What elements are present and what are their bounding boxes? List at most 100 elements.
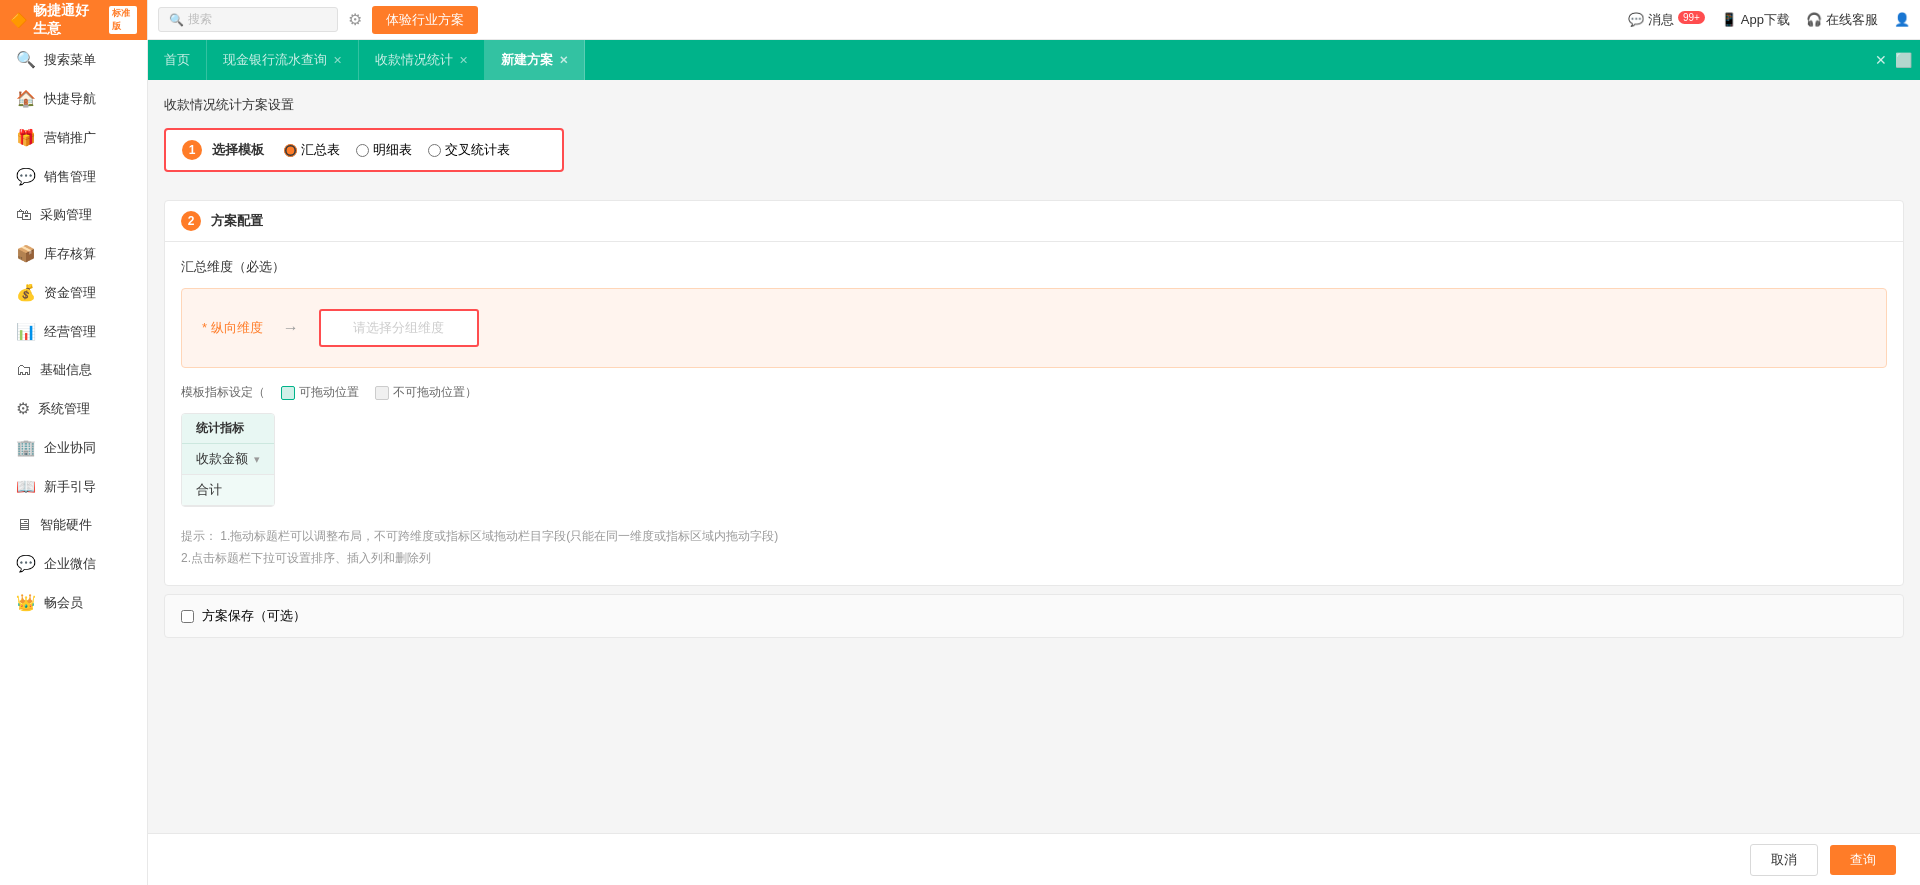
sidebar-item-wechat[interactable]: 💬 企业微信 (0, 544, 147, 583)
sidebar-item-label: 经营管理 (44, 323, 96, 341)
radio-cross-input[interactable] (428, 144, 441, 157)
sidebar-item-search-menu[interactable]: 🔍 搜索菜单 (0, 40, 147, 79)
sidebar-logo: 🔶 畅捷通好生意 标准版 (0, 0, 147, 40)
sidebar-item-newbie[interactable]: 📖 新手引导 (0, 467, 147, 506)
topbar-search[interactable]: 🔍 搜索 (158, 7, 338, 32)
message-badge: 99+ (1678, 11, 1705, 24)
step2-body: 汇总维度（必选） * 纵向维度 → 请选择分组维度 模板指标设定（ 可拖动位置 (165, 242, 1903, 585)
tab-bank-flow-close[interactable]: ✕ (333, 54, 342, 67)
sidebar-item-enterprise[interactable]: 🏢 企业协同 (0, 428, 147, 467)
tab-new-plan-close[interactable]: ✕ (559, 54, 568, 67)
vertical-label: * 纵向维度 (202, 319, 263, 337)
dimension-section-label: 汇总维度（必选） (181, 258, 1887, 276)
marketing-icon: 🎁 (16, 128, 36, 147)
sidebar-item-member[interactable]: 👑 畅会员 (0, 583, 147, 622)
radio-summary-input[interactable] (284, 144, 297, 157)
stat-table-header: 统计指标 (182, 414, 274, 444)
system-icon: ⚙ (16, 399, 30, 418)
query-button[interactable]: 查询 (1830, 845, 1896, 875)
radio-detail[interactable]: 明细表 (356, 141, 412, 159)
radio-cross-label: 交叉统计表 (445, 141, 510, 159)
radio-cross[interactable]: 交叉统计表 (428, 141, 510, 159)
radio-summary[interactable]: 汇总表 (284, 141, 340, 159)
tab-bank-flow[interactable]: 现金银行流水查询 ✕ (207, 40, 359, 80)
sidebar-item-inventory[interactable]: 📦 库存核算 (0, 234, 147, 273)
stat-row-label: 合计 (196, 482, 222, 497)
fixed-label: 不可拖动位置） (393, 384, 477, 401)
enterprise-icon: 🏢 (16, 438, 36, 457)
home-icon: 🏠 (16, 89, 36, 108)
radio-summary-label: 汇总表 (301, 141, 340, 159)
tab-home[interactable]: 首页 (148, 40, 207, 80)
indicator-settings-label: 模板指标设定（ (181, 384, 265, 401)
stat-col-receipts[interactable]: 收款金额 ▾ (182, 444, 274, 475)
topbar: 🔍 搜索 ⚙ 体验行业方案 💬 消息 99+ 📱 App下载 🎧 在线客服 👤 (148, 0, 1920, 40)
indicator-section: 模板指标设定（ 可拖动位置 不可拖动位置） 统计指标 (181, 384, 1887, 510)
tab-receipt-stat-label: 收款情况统计 (375, 51, 453, 69)
sidebar-item-quick-nav[interactable]: 🏠 快捷导航 (0, 79, 147, 118)
legend-draggable: 可拖动位置 (281, 384, 359, 401)
page-content: 收款情况统计方案设置 1 选择模板 汇总表 明细表 交叉统计表 (148, 80, 1920, 833)
user-info[interactable]: 👤 (1894, 12, 1910, 27)
online-support-btn[interactable]: 🎧 在线客服 (1806, 11, 1878, 29)
sidebar: 🔶 畅捷通好生意 标准版 🔍 搜索菜单 🏠 快捷导航 🎁 营销推广 💬 销售管理… (0, 0, 148, 885)
tip-2: 2.点击标题栏下拉可设置排序、插入列和删除列 (181, 548, 1887, 570)
support-icon: 🎧 (1806, 12, 1822, 27)
app-download-btn[interactable]: 📱 App下载 (1721, 11, 1790, 29)
sidebar-item-operation[interactable]: 📊 经营管理 (0, 312, 147, 351)
gear-icon[interactable]: ⚙ (348, 10, 362, 29)
col-dropdown-icon[interactable]: ▾ (254, 453, 260, 466)
industry-btn[interactable]: 体验行业方案 (372, 6, 478, 34)
tip-1: 提示： 1.拖动标题栏可以调整布局，不可跨维度或指标区域拖动栏目字段(只能在同一… (181, 526, 1887, 548)
tabbar: 首页 现金银行流水查询 ✕ 收款情况统计 ✕ 新建方案 ✕ ✕ ⬜ (148, 40, 1920, 80)
newbie-icon: 📖 (16, 477, 36, 496)
step1-row: 1 选择模板 汇总表 明细表 交叉统计表 (164, 128, 564, 172)
radio-detail-input[interactable] (356, 144, 369, 157)
wechat-icon: 💬 (16, 554, 36, 573)
cancel-button[interactable]: 取消 (1750, 844, 1818, 876)
search-placeholder: 搜索 (188, 11, 212, 28)
tab-close-all-btn[interactable]: ✕ (1875, 52, 1887, 68)
tab-home-label: 首页 (164, 51, 190, 69)
step2-header: 2 方案配置 (165, 201, 1903, 242)
step2-label: 方案配置 (211, 212, 263, 230)
sidebar-item-finance[interactable]: 💰 资金管理 (0, 273, 147, 312)
draggable-icon (281, 386, 295, 400)
sidebar-item-basic[interactable]: 🗂 基础信息 (0, 351, 147, 389)
sidebar-item-marketing[interactable]: 🎁 营销推广 (0, 118, 147, 157)
sidebar-item-purchase[interactable]: 🛍 采购管理 (0, 196, 147, 234)
stat-col-label: 收款金额 (196, 450, 248, 468)
sidebar-item-system[interactable]: ⚙ 系统管理 (0, 389, 147, 428)
tab-new-plan-label: 新建方案 (501, 51, 553, 69)
tab-new-plan[interactable]: 新建方案 ✕ (485, 40, 585, 80)
step1-number: 1 (182, 140, 202, 160)
dimension-area: * 纵向维度 → 请选择分组维度 (181, 288, 1887, 368)
stat-indicator-table: 统计指标 收款金额 ▾ 合计 (181, 413, 275, 507)
hardware-icon: 🖥 (16, 516, 32, 534)
dimension-arrow: → (283, 319, 299, 337)
logo-badge: 标准版 (109, 6, 137, 34)
bottom-bar: 取消 查询 (148, 833, 1920, 885)
tab-receipt-stat-close[interactable]: ✕ (459, 54, 468, 67)
operation-icon: 📊 (16, 322, 36, 341)
sidebar-item-label: 销售管理 (44, 168, 96, 186)
message-label: 消息 (1648, 11, 1674, 29)
sidebar-item-hardware[interactable]: 🖥 智能硬件 (0, 506, 147, 544)
dimension-placeholder[interactable]: 请选择分组维度 (319, 309, 479, 347)
tip-section: 提示： 1.拖动标题栏可以调整布局，不可跨维度或指标区域拖动栏目字段(只能在同一… (181, 526, 1887, 569)
sidebar-item-label: 智能硬件 (40, 516, 92, 534)
sidebar-item-sales[interactable]: 💬 销售管理 (0, 157, 147, 196)
tab-receipt-stat[interactable]: 收款情况统计 ✕ (359, 40, 485, 80)
tab-bank-flow-label: 现金银行流水查询 (223, 51, 327, 69)
message-btn[interactable]: 💬 消息 99+ (1628, 11, 1705, 29)
logo-text: 畅捷通好生意 (33, 2, 103, 38)
save-row: 方案保存（可选） (164, 594, 1904, 638)
sidebar-item-label: 系统管理 (38, 400, 90, 418)
sidebar-item-label: 企业微信 (44, 555, 96, 573)
save-checkbox[interactable] (181, 610, 194, 623)
sidebar-item-label: 畅会员 (44, 594, 83, 612)
sidebar-item-label: 搜索菜单 (44, 51, 96, 69)
search-menu-icon: 🔍 (16, 50, 36, 69)
tabbar-actions: ✕ ⬜ (1867, 40, 1920, 80)
tab-maximize-btn[interactable]: ⬜ (1895, 52, 1912, 68)
